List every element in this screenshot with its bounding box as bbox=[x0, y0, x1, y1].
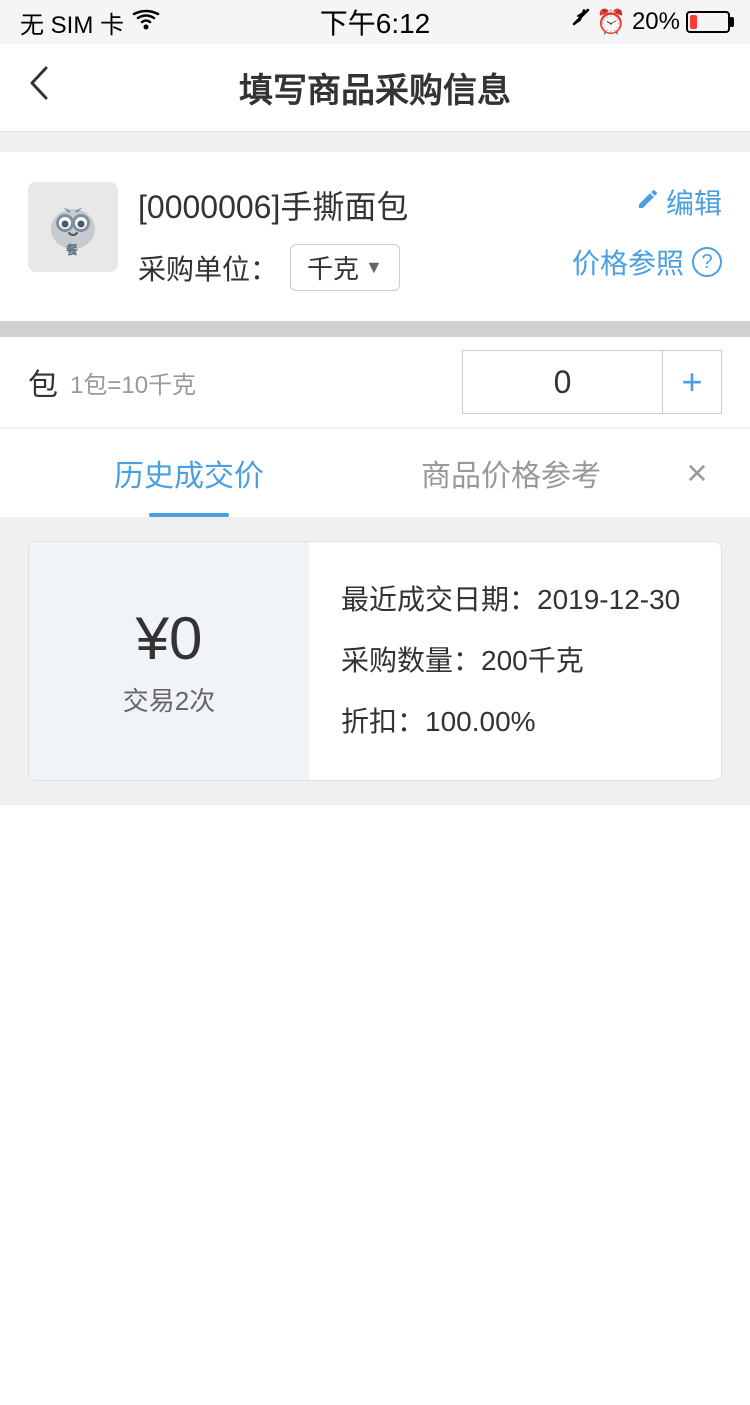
dropdown-arrow-icon: ▼ bbox=[365, 257, 383, 278]
latest-date-label: 最近成交日期： bbox=[341, 584, 537, 615]
back-button[interactable] bbox=[28, 64, 50, 111]
location-icon bbox=[572, 8, 590, 37]
price-ref-label: 价格参照 bbox=[572, 242, 684, 282]
battery-fill bbox=[690, 15, 697, 29]
price-card: ¥0 交易2次 最近成交日期：2019-12-30 采购数量：200千克 折扣：… bbox=[28, 541, 722, 781]
alarm-icon: ⏰ bbox=[596, 8, 626, 37]
edit-icon bbox=[636, 186, 660, 218]
package-unit-label: 包 bbox=[28, 360, 58, 404]
unit-value: 千克 bbox=[307, 249, 359, 286]
latest-date-row: 最近成交日期：2019-12-30 bbox=[341, 578, 689, 623]
history-price-content: ¥0 交易2次 最近成交日期：2019-12-30 采购数量：200千克 折扣：… bbox=[0, 517, 750, 805]
edit-label: 编辑 bbox=[666, 182, 722, 222]
wifi-icon bbox=[132, 8, 160, 37]
price-ref-button[interactable]: 价格参照 ? bbox=[572, 242, 722, 282]
battery-percent: 20% bbox=[632, 8, 680, 36]
edit-button[interactable]: 编辑 bbox=[636, 182, 722, 222]
price-details-panel: 最近成交日期：2019-12-30 采购数量：200千克 折扣：100.00% bbox=[309, 542, 721, 780]
tabs-bar: 历史成交价 商品价格参考 × bbox=[0, 429, 750, 517]
purchase-qty-label: 采购数量： bbox=[341, 645, 481, 676]
quantity-plus-button[interactable]: + bbox=[662, 350, 722, 414]
section-divider bbox=[0, 321, 750, 337]
carrier-label: 无 SIM 卡 bbox=[20, 5, 124, 40]
main-content-area bbox=[0, 805, 750, 1405]
svg-text:餐: 餐 bbox=[66, 242, 79, 257]
product-header: 餐 [0000006]手撕面包 采购单位： 千克 ▼ bbox=[28, 182, 722, 291]
currency-symbol: ¥ bbox=[136, 605, 169, 672]
status-right: ⏰ 20% bbox=[572, 8, 730, 37]
tab-history-label: 历史成交价 bbox=[114, 451, 264, 495]
discount-label: 折扣： bbox=[341, 706, 425, 737]
close-icon: × bbox=[686, 452, 707, 494]
product-right-actions: 编辑 价格参照 ? bbox=[572, 182, 722, 282]
price-summary-panel: ¥0 交易2次 bbox=[29, 542, 309, 780]
tab-active-indicator bbox=[149, 513, 229, 517]
battery-icon-container bbox=[686, 11, 730, 33]
quantity-value: 0 bbox=[554, 364, 572, 401]
product-icon: 餐 bbox=[43, 197, 103, 257]
plus-icon: + bbox=[681, 361, 702, 403]
unit-conversion-label: 1包=10千克 bbox=[70, 365, 196, 400]
product-card: 餐 [0000006]手撕面包 采购单位： 千克 ▼ bbox=[0, 152, 750, 321]
battery-icon bbox=[686, 11, 730, 33]
quantity-row: 包 1包=10千克 0 + bbox=[0, 337, 750, 427]
product-name: [0000006]手撕面包 bbox=[138, 182, 408, 228]
panel-container: 历史成交价 商品价格参考 × ¥0 交易2次 最近成交日期：2019-12-30 bbox=[0, 429, 750, 805]
product-thumbnail: 餐 bbox=[28, 182, 118, 272]
product-unit-row: 采购单位： 千克 ▼ bbox=[138, 244, 408, 291]
quantity-control: 0 + bbox=[462, 350, 722, 414]
product-left: 餐 [0000006]手撕面包 采购单位： 千克 ▼ bbox=[28, 182, 408, 291]
product-info: [0000006]手撕面包 采购单位： 千克 ▼ bbox=[138, 182, 408, 291]
page-title: 填写商品采购信息 bbox=[239, 63, 511, 112]
discount-value: 100.00% bbox=[425, 706, 536, 737]
help-icon: ? bbox=[692, 247, 722, 277]
tab-history-price[interactable]: 历史成交价 bbox=[28, 429, 350, 517]
nav-bar: 填写商品采购信息 bbox=[0, 44, 750, 132]
quantity-label: 包 1包=10千克 bbox=[28, 360, 196, 404]
purchase-qty-value: 200千克 bbox=[481, 645, 584, 676]
purchase-qty-row: 采购数量：200千克 bbox=[341, 639, 689, 684]
tab-product-price-ref[interactable]: 商品价格参考 bbox=[350, 429, 672, 517]
amount-value: 0 bbox=[169, 605, 202, 672]
trade-count: 交易2次 bbox=[123, 681, 215, 718]
quantity-input[interactable]: 0 bbox=[462, 350, 662, 414]
status-bar: 无 SIM 卡 下午6:12 ⏰ 20% bbox=[0, 0, 750, 44]
unit-selector[interactable]: 千克 ▼ bbox=[290, 244, 400, 291]
close-panel-button[interactable]: × bbox=[672, 448, 722, 498]
unit-label: 采购单位： bbox=[138, 248, 278, 288]
price-amount: ¥0 bbox=[136, 604, 203, 673]
status-time: 下午6:12 bbox=[320, 2, 431, 42]
latest-date-value: 2019-12-30 bbox=[537, 584, 680, 615]
tab-product-price-label: 商品价格参考 bbox=[421, 451, 601, 495]
discount-row: 折扣：100.00% bbox=[341, 700, 689, 745]
status-left: 无 SIM 卡 bbox=[20, 5, 160, 40]
